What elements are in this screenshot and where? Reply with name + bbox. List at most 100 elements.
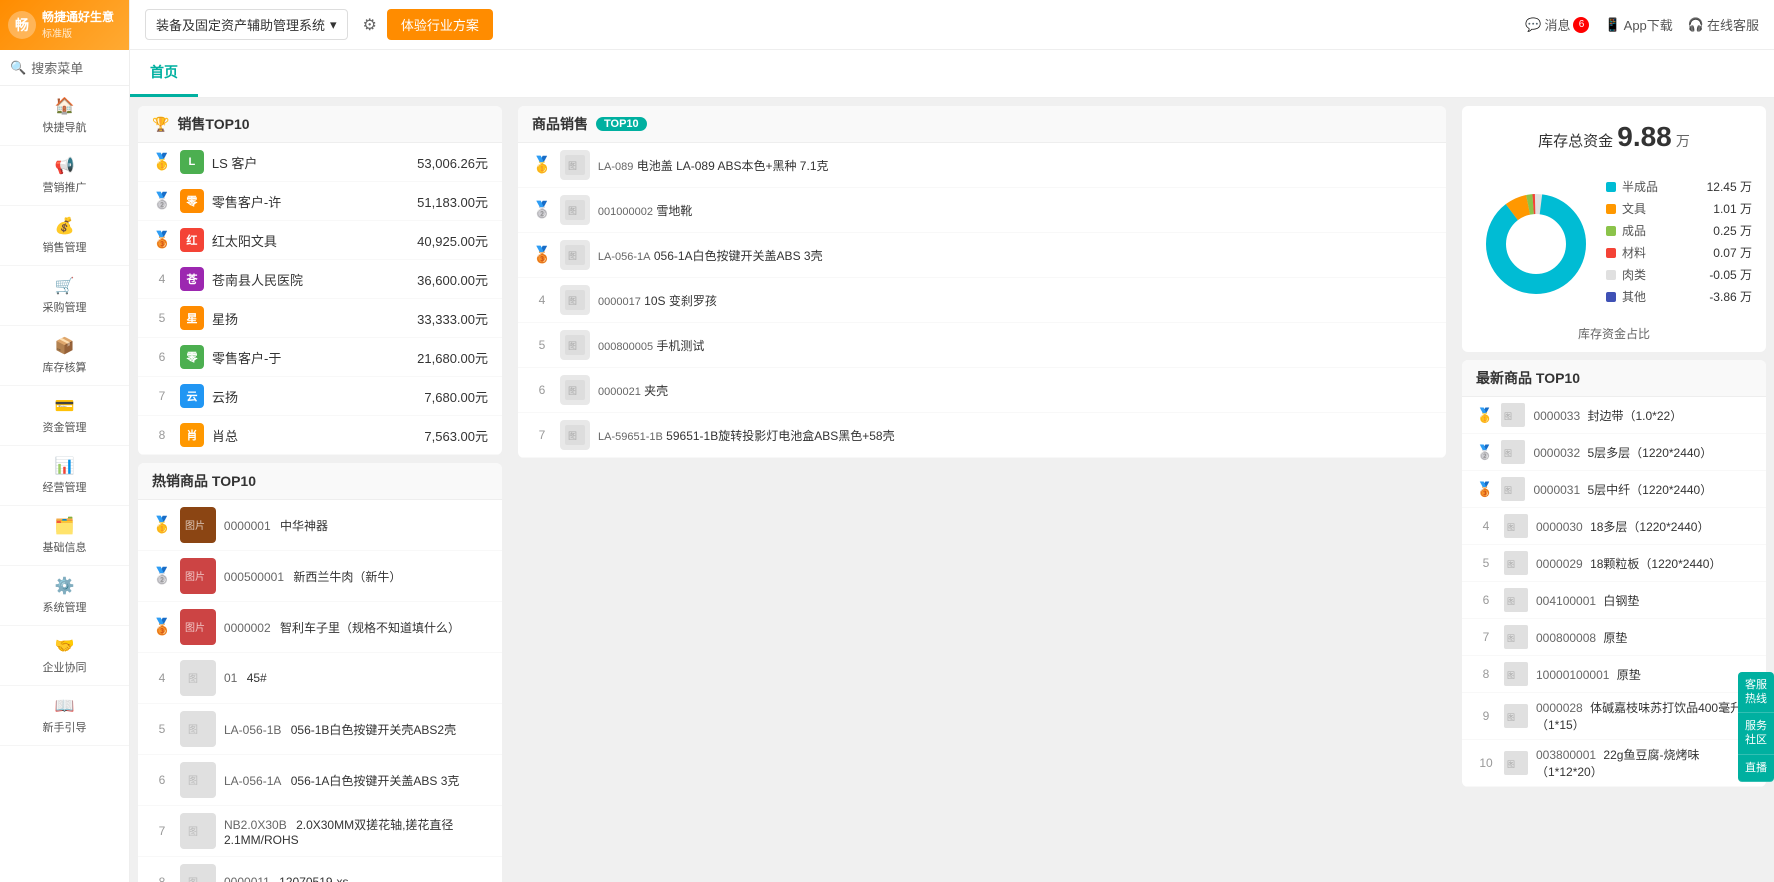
legend-item-0: 半成品 12.45 万 — [1606, 178, 1752, 195]
legend-item-1: 文具 1.01 万 — [1606, 200, 1752, 217]
newest-prod-info-6: 000800008 原垫 — [1536, 629, 1752, 646]
sidebar-nav: 🏠 快捷导航📢 营销推广💰 销售管理🛒 采购管理📦 库存核算💳 资金管理📊 经营… — [0, 86, 129, 882]
rank-name-4: 星扬 — [212, 309, 409, 328]
prod-info-4: 000800005 手机测试 — [598, 337, 1432, 354]
svg-text:图: 图 — [188, 724, 198, 736]
sidebar-search[interactable]: 🔍 搜索菜单 — [0, 50, 129, 86]
sidebar-item-4[interactable]: 📦 库存核算 — [0, 326, 129, 386]
rank-num-new-7: 8 — [1476, 667, 1496, 681]
svg-text:图: 图 — [188, 775, 198, 787]
app-title: 畅捷通好生意 — [42, 10, 114, 26]
legend-label-0: 半成品 — [1622, 178, 1686, 195]
hot-prod-img-6: 图 — [180, 813, 216, 849]
trial-button[interactable]: 体验行业方案 — [387, 9, 493, 40]
hot-products-title: 热销商品 TOP10 — [152, 471, 256, 491]
svg-text:图: 图 — [1507, 560, 1515, 569]
sidebar-item-9[interactable]: 🤝 企业协同 — [0, 626, 129, 686]
svg-text:图: 图 — [1504, 486, 1512, 495]
nav-label-8: 系统管理 — [43, 599, 87, 615]
rank-num-new-9: 10 — [1476, 756, 1496, 770]
rank-num-4: 5 — [532, 338, 552, 352]
rank-amount-1: 51,183.00元 — [417, 192, 488, 211]
legend-value-0: 12.45 万 — [1692, 178, 1752, 195]
nav-icon-7: 🗂️ — [55, 516, 75, 536]
sidebar-item-10[interactable]: 📖 新手引导 — [0, 686, 129, 746]
sidebar-item-3[interactable]: 🛒 采购管理 — [0, 266, 129, 326]
list-item: 6 图 LA-056-1A 056-1A白色按键开关盖ABS 3克 — [138, 755, 502, 806]
newest-prod-info-9: 003800001 22g鱼豆腐-烧烤味（1*12*20） — [1536, 746, 1752, 780]
nav-label-2: 销售管理 — [43, 239, 87, 255]
nav-icon-3: 🛒 — [55, 276, 75, 296]
online-service-button[interactable]: 🎧 在线客服 — [1688, 15, 1759, 34]
product-sales-header: 商品销售 TOP10 — [518, 106, 1446, 143]
system-name-selector[interactable]: 装备及固定资产辅助管理系统 ▾ — [145, 9, 348, 40]
newest-prod-info-7: 10000100001 原垫 — [1536, 666, 1752, 683]
chevron-down-icon: ▾ — [330, 17, 337, 33]
prod-info-1: 001000002 雪地靴 — [598, 202, 1432, 219]
svg-text:图: 图 — [1504, 449, 1512, 458]
legend-label-3: 材料 — [1622, 244, 1686, 261]
right-column: 库存总资金 9.88 万 — [1454, 98, 1774, 882]
list-item: 7 图 NB2.0X30B 2.0X30MM双搓花轴,搓花直径2.1MM/ROH… — [138, 806, 502, 857]
headset-icon: 🎧 — [1688, 17, 1704, 33]
hot-products-list: 🥇 图片 0000001 中华神器 🥈 图片 000500001 新西兰牛肉（新… — [138, 500, 502, 882]
sidebar-item-0[interactable]: 🏠 快捷导航 — [0, 86, 129, 146]
list-item: 5 图 000800005 手机测试 — [518, 323, 1446, 368]
hot-prod-info-0: 0000001 中华神器 — [224, 517, 488, 534]
nav-label-5: 资金管理 — [43, 419, 87, 435]
table-row: 5 星 星扬 33,333.00元 — [138, 299, 502, 338]
hot-prod-img-1: 图片 — [180, 558, 216, 594]
list-item: 🥈 图 0000032 5层多层（1220*2440） — [1462, 434, 1766, 471]
hot-prod-info-1: 000500001 新西兰牛肉（新牛） — [224, 568, 488, 585]
svg-text:图: 图 — [1507, 597, 1515, 606]
nav-icon-8: ⚙️ — [55, 576, 75, 596]
svg-text:图: 图 — [188, 673, 198, 685]
sidebar-item-6[interactable]: 📊 经营管理 — [0, 446, 129, 506]
legend-label-4: 肉类 — [1622, 266, 1686, 283]
float-btn-2[interactable]: 直播 — [1738, 755, 1774, 782]
gear-icon[interactable]: ⚙ — [363, 15, 377, 35]
sidebar-item-2[interactable]: 💰 销售管理 — [0, 206, 129, 266]
legend-item-4: 肉类 -0.05 万 — [1606, 266, 1752, 283]
newest-prod-img-5: 图 — [1504, 588, 1528, 612]
sales-ranking-header: 🏆 销售TOP10 — [138, 106, 502, 143]
rank-avatar-3: 苍 — [180, 267, 204, 291]
newest-products-list: 🥇 图 0000033 封边带（1.0*22） 🥈 图 0000032 5层多层… — [1462, 397, 1766, 787]
rank-num-4: 5 — [152, 311, 172, 325]
rank-num-hot-4: 5 — [152, 722, 172, 736]
page-tabs: 首页 — [130, 50, 1774, 98]
rank-num-new-8: 9 — [1476, 709, 1496, 723]
sidebar-item-8[interactable]: ⚙️ 系统管理 — [0, 566, 129, 626]
tab-home[interactable]: 首页 — [130, 50, 198, 97]
float-btn-0[interactable]: 客服 热线 — [1738, 672, 1774, 714]
inventory-title: 库存总资金 — [1538, 133, 1613, 150]
svg-text:图: 图 — [568, 341, 577, 351]
svg-text:图: 图 — [568, 431, 577, 441]
medal-icon-new-0: 🥇 — [1476, 407, 1493, 424]
newest-prod-info-3: 0000030 18多层（1220*2440） — [1536, 518, 1752, 535]
nav-label-4: 库存核算 — [43, 359, 87, 375]
hot-prod-img-3: 图 — [180, 660, 216, 696]
product-sales-title: 商品销售 — [532, 114, 588, 134]
sidebar: 畅 畅捷通好生意 标准版 🔍 搜索菜单 🏠 快捷导航📢 营销推广💰 销售管理🛒 … — [0, 0, 130, 882]
float-btn-1[interactable]: 服务 社区 — [1738, 713, 1774, 755]
list-item: 🥇 图片 0000001 中华神器 — [138, 500, 502, 551]
inventory-unit: 万 — [1676, 133, 1690, 149]
medal-icon-hot-0: 🥇 — [152, 515, 172, 535]
app-download-button[interactable]: 📱 App下载 — [1604, 15, 1672, 34]
legend-area: 半成品 12.45 万 文具 1.01 万 成品 0.25 万 材料 0.07 … — [1606, 178, 1752, 310]
app-subtitle: 标准版 — [42, 25, 114, 40]
nav-label-9: 企业协同 — [43, 659, 87, 675]
sidebar-item-7[interactable]: 🗂️ 基础信息 — [0, 506, 129, 566]
svg-text:图: 图 — [188, 826, 198, 838]
nav-icon-2: 💰 — [55, 216, 75, 236]
list-item: 10 图 003800001 22g鱼豆腐-烧烤味（1*12*20） — [1462, 740, 1766, 787]
medal-icon-hot-2: 🥉 — [152, 617, 172, 637]
rank-num-5: 6 — [532, 383, 552, 397]
rank-num-new-3: 4 — [1476, 519, 1496, 533]
table-row: 4 苍 苍南县人民医院 36,600.00元 — [138, 260, 502, 299]
svg-text:图: 图 — [1507, 523, 1515, 532]
sidebar-item-1[interactable]: 📢 营销推广 — [0, 146, 129, 206]
messages-button[interactable]: 💬 消息 6 — [1525, 15, 1589, 34]
sidebar-item-5[interactable]: 💳 资金管理 — [0, 386, 129, 446]
